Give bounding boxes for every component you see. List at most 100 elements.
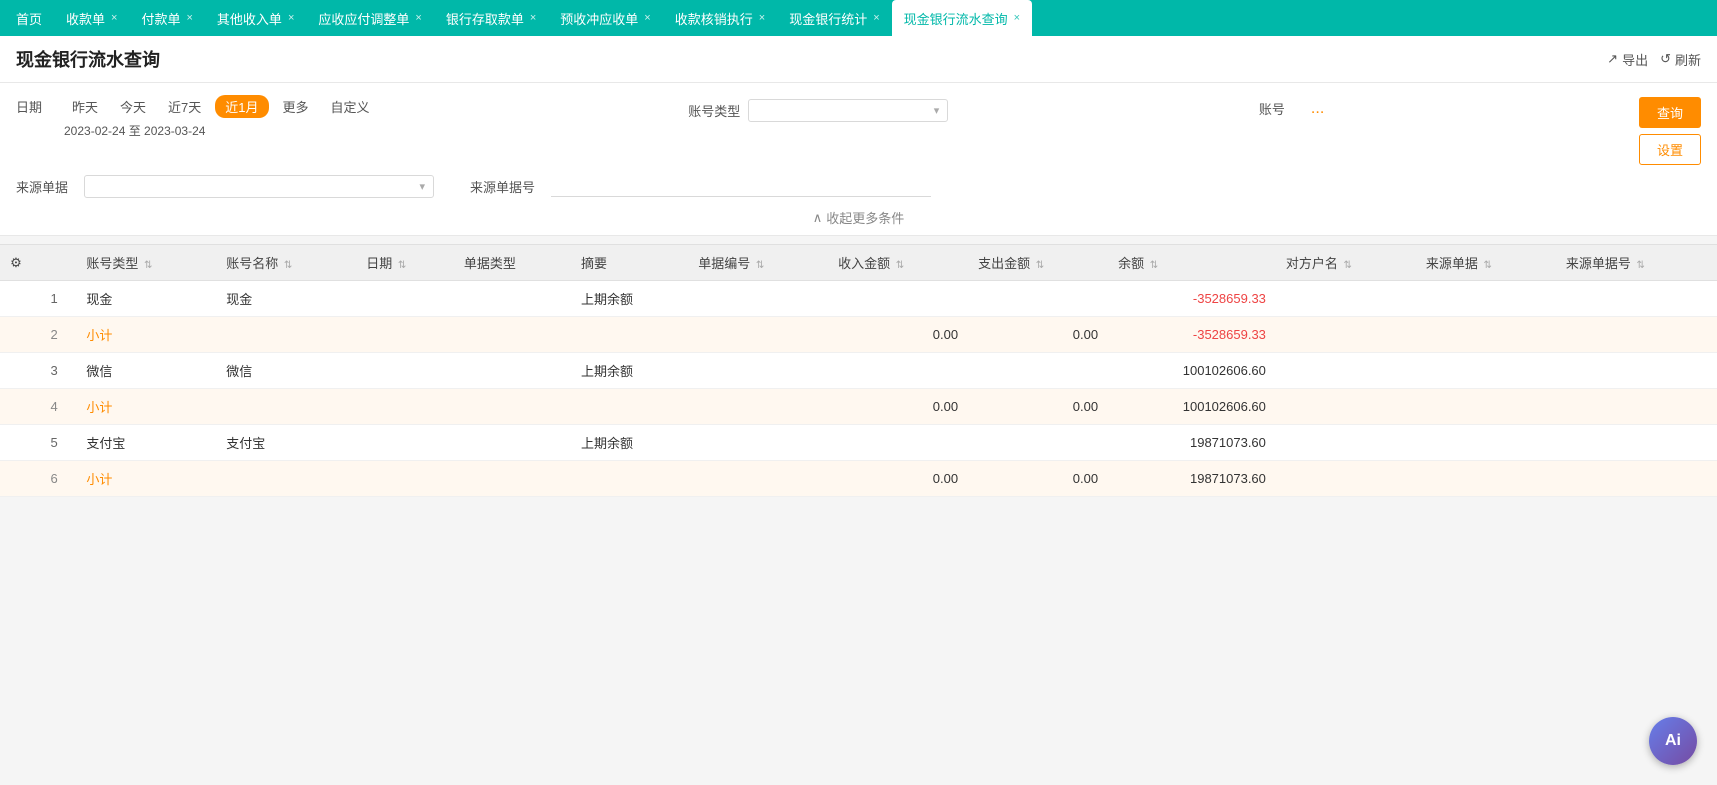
nav-close-5[interactable]: × (644, 12, 650, 24)
nav-close-4[interactable]: × (530, 12, 536, 24)
date-opt-7days[interactable]: 近7天 (160, 95, 209, 118)
nav-tab-3[interactable]: 应收应付调整单 × (306, 0, 433, 36)
table-row[interactable]: 6小计0.000.0019871073.60 (0, 461, 1717, 497)
column-counterpart[interactable]: 对方户名 ⇅ (1276, 245, 1416, 281)
cell-counterpart (1276, 461, 1416, 497)
nav-close-7[interactable]: × (873, 12, 879, 24)
nav-close-1[interactable]: × (186, 12, 192, 24)
cell-expense: 0.00 (968, 389, 1108, 425)
nav-close-2[interactable]: × (288, 12, 294, 24)
nav-tab-2[interactable]: 其他收入单 × (205, 0, 306, 36)
ai-assistant-button[interactable]: Ai (1649, 717, 1697, 765)
nav-close-3[interactable]: × (415, 12, 421, 24)
source-doc-select[interactable]: ▾ (84, 175, 434, 198)
date-opt-1month[interactable]: 近1月 (215, 95, 268, 118)
cell-idx: 2 (32, 317, 76, 353)
cell-date (356, 353, 454, 389)
top-navigation: 首页 收款单 × 付款单 × 其他收入单 × 应收应付调整单 × 银行存取款单 … (0, 0, 1717, 36)
table-row[interactable]: 1现金现金上期余额-3528659.33 (0, 281, 1717, 317)
cell-date (356, 425, 454, 461)
date-opt-custom[interactable]: 自定义 (323, 95, 378, 118)
nav-tab-0[interactable]: 收款单 × (54, 0, 129, 36)
cell-doc_no (688, 281, 828, 317)
nav-home[interactable]: 首页 (4, 0, 54, 36)
cell-doc_no (688, 353, 828, 389)
source-doc-no-label: 来源单据号 (470, 177, 535, 196)
column-source-doc[interactable]: 来源单据 ⇅ (1416, 245, 1556, 281)
nav-tab-8[interactable]: 现金银行流水查询 × (892, 0, 1032, 36)
data-table-container: ⚙ 账号类型 ⇅ 账号名称 ⇅ 日期 ⇅ 单据类型 摘要 单据编号 ⇅ 收入金额… (0, 244, 1717, 497)
column-gear[interactable]: ⚙ (0, 245, 32, 281)
cell-balance: 19871073.60 (1108, 425, 1276, 461)
cell-source_doc_no (1556, 353, 1717, 389)
cell-doc_type (454, 281, 571, 317)
export-button[interactable]: ↗ 导出 (1607, 50, 1648, 69)
refresh-icon: ↺ (1660, 51, 1671, 67)
column-index (32, 245, 76, 281)
nav-tab-4[interactable]: 银行存取款单 × (434, 0, 548, 36)
date-range-display: 2023-02-24 至 2023-03-24 (64, 124, 205, 138)
date-opt-more[interactable]: 更多 (275, 95, 317, 118)
chevron-up-icon: ∧ (813, 210, 823, 226)
cell-source_doc (1416, 389, 1556, 425)
nav-tab-7[interactable]: 现金银行统计 × (777, 0, 891, 36)
cell-doc_type (454, 461, 571, 497)
cell-summary (571, 389, 688, 425)
filter-area: 日期 昨天 今天 近7天 近1月 更多 自定义 2023-02-24 至 202… (0, 83, 1717, 236)
cell-expense (968, 281, 1108, 317)
cell-doc_no (688, 389, 828, 425)
table-body: 1现金现金上期余额-3528659.332小计0.000.00-3528659.… (0, 281, 1717, 497)
source-doc-no-input[interactable] (551, 177, 931, 197)
cell-summary: 上期余额 (571, 281, 688, 317)
date-opt-yesterday[interactable]: 昨天 (64, 95, 106, 118)
cell-account_name: 现金 (216, 281, 356, 317)
column-account-type[interactable]: 账号类型 ⇅ (76, 245, 216, 281)
page-title: 现金银行流水查询 (16, 46, 160, 72)
cell-expense (968, 353, 1108, 389)
cell-gear (0, 281, 32, 317)
account-type-select[interactable]: ▾ (748, 99, 948, 122)
cell-account_type: 现金 (76, 281, 216, 317)
column-expense[interactable]: 支出金额 ⇅ (968, 245, 1108, 281)
cell-counterpart (1276, 389, 1416, 425)
column-date[interactable]: 日期 ⇅ (356, 245, 454, 281)
nav-tab-6[interactable]: 收款核销执行 × (663, 0, 777, 36)
cell-gear (0, 461, 32, 497)
collapse-button[interactable]: ∧ 收起更多条件 (16, 208, 1701, 227)
cell-doc_type (454, 389, 571, 425)
column-source-doc-no[interactable]: 来源单据号 ⇅ (1556, 245, 1717, 281)
settings-button[interactable]: 设置 (1639, 134, 1701, 165)
cell-income (828, 425, 968, 461)
cell-balance: -3528659.33 (1108, 281, 1276, 317)
table-row[interactable]: 2小计0.000.00-3528659.33 (0, 317, 1717, 353)
cell-counterpart (1276, 281, 1416, 317)
column-balance[interactable]: 余额 ⇅ (1108, 245, 1276, 281)
nav-close-6[interactable]: × (759, 12, 765, 24)
cell-account_name: 微信 (216, 353, 356, 389)
date-opt-today[interactable]: 今天 (112, 95, 154, 118)
table-row[interactable]: 4小计0.000.00100102606.60 (0, 389, 1717, 425)
nav-close-0[interactable]: × (111, 12, 117, 24)
date-label: 日期 (16, 97, 56, 116)
cell-source_doc_no (1556, 317, 1717, 353)
table-row[interactable]: 3微信微信上期余额100102606.60 (0, 353, 1717, 389)
cell-date (356, 389, 454, 425)
cell-date (356, 317, 454, 353)
nav-close-8[interactable]: × (1014, 12, 1020, 24)
table-row[interactable]: 5支付宝支付宝上期余额19871073.60 (0, 425, 1717, 461)
cell-expense (968, 425, 1108, 461)
cell-account_name: 支付宝 (216, 425, 356, 461)
account-ellipsis-button[interactable]: ... (1307, 100, 1328, 118)
column-doc-no[interactable]: 单据编号 ⇅ (688, 245, 828, 281)
refresh-button[interactable]: ↺ 刷新 (1660, 50, 1701, 69)
nav-tab-1[interactable]: 付款单 × (129, 0, 204, 36)
column-account-name[interactable]: 账号名称 ⇅ (216, 245, 356, 281)
column-income[interactable]: 收入金额 ⇅ (828, 245, 968, 281)
nav-tab-5[interactable]: 预收冲应收单 × (548, 0, 662, 36)
cell-source_doc_no (1556, 461, 1717, 497)
cell-doc_type (454, 353, 571, 389)
query-button[interactable]: 查询 (1639, 97, 1701, 128)
cell-summary (571, 317, 688, 353)
page-header: 现金银行流水查询 ↗ 导出 ↺ 刷新 (0, 36, 1717, 83)
cell-doc_no (688, 317, 828, 353)
